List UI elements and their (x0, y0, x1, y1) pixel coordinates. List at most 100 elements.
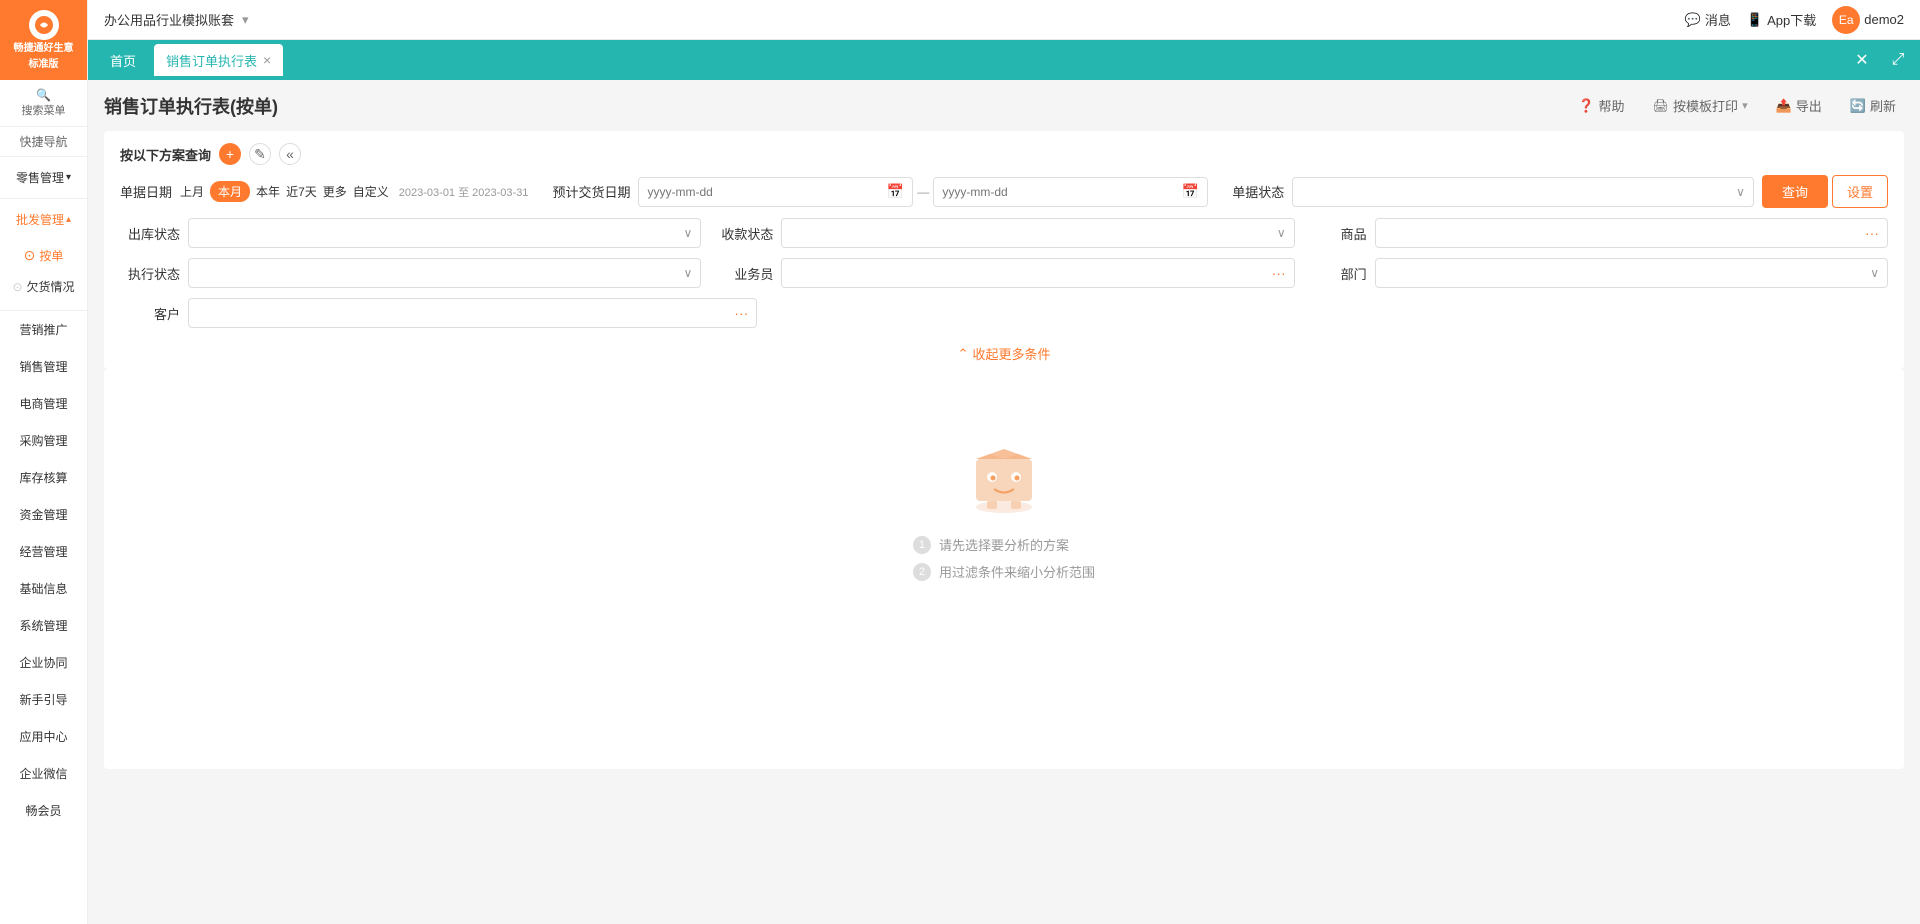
shipment-select[interactable]: ∨ (188, 218, 701, 248)
sidebar-item-sales[interactable]: 销售管理 (0, 348, 87, 385)
calendar-to-icon[interactable]: 📅 (1182, 183, 1199, 200)
help-label: 帮助 (1599, 96, 1625, 115)
enterprise-label: 企业协同 (19, 654, 67, 671)
goods-input[interactable]: ··· (1375, 218, 1888, 248)
filter-row-4: 客户 ··· (120, 298, 1888, 328)
search-label: 搜索菜单 (4, 102, 83, 118)
sidebar-item-ecommerce[interactable]: 电商管理 (0, 385, 87, 422)
quick-nav-label: 快捷导航 (19, 135, 67, 149)
sidebar-item-marketing[interactable]: 营销推广 (0, 311, 87, 348)
export-btn[interactable]: 📤 导出 (1768, 92, 1830, 119)
sidebar-section-retail: 零售管理 ▾ (0, 157, 87, 199)
sidebar-item-enterprise[interactable]: 企业协同 (0, 644, 87, 681)
date-btn-last-month[interactable]: 上月 (180, 183, 204, 200)
customer-dots-icon[interactable]: ··· (734, 305, 748, 321)
filter-add-btn[interactable]: + (219, 143, 241, 165)
sidebar-item-operations[interactable]: 经营管理 (0, 533, 87, 570)
empty-text: 1 请先选择要分析的方案 2 用过滤条件来缩小分析范围 (913, 535, 1095, 581)
date-btn-7days[interactable]: 近7天 (286, 183, 317, 200)
filter-header: 按以下方案查询 + ✎ « (120, 143, 1888, 165)
help-btn[interactable]: ❓ 帮助 (1570, 92, 1632, 119)
sidebar-item-apps[interactable]: 应用中心 (0, 718, 87, 755)
wholesale-arrow: ▴ (66, 214, 71, 225)
newbie-label: 新手引导 (19, 691, 67, 708)
tab-close-icon[interactable]: × (263, 52, 271, 68)
date-btn-this-month[interactable]: 本月 (210, 181, 250, 202)
tab-active[interactable]: 销售订单执行表 × (154, 44, 283, 76)
customer-input[interactable]: ··· (188, 298, 757, 328)
sidebar-item-wechat[interactable]: 企业微信 (0, 755, 87, 792)
collapse-label: 收起更多条件 (972, 344, 1050, 363)
sidebar-item-debt[interactable]: ⊙ 欠货情况 (0, 271, 87, 302)
export-label: 导出 (1796, 96, 1822, 115)
breadcrumb-dropdown-icon[interactable]: ▾ (242, 12, 249, 28)
date-btn-this-year[interactable]: 本年 (256, 183, 280, 200)
calendar-from-icon[interactable]: 📅 (887, 183, 904, 200)
step-1-num: 1 (913, 536, 931, 554)
department-label: 部门 (1307, 264, 1367, 283)
date-btn-more[interactable]: 更多 (323, 183, 347, 200)
collapse-bar[interactable]: ⌃ 收起更多条件 (120, 338, 1888, 369)
sidebar-item-system[interactable]: 系统管理 (0, 607, 87, 644)
sidebar-item-wholesale[interactable]: 批发管理 ▴ (0, 203, 87, 236)
window-expand-btn[interactable]: ⤢ (1884, 46, 1912, 74)
basic-label: 基础信息 (19, 580, 67, 597)
tab-home[interactable]: 首页 (96, 40, 150, 80)
ecommerce-label: 电商管理 (19, 395, 67, 412)
tab-bar-actions: ✕ ⤢ (1848, 46, 1912, 74)
shipment-label: 出库状态 (120, 224, 180, 243)
print-icon: 🖨 (1653, 98, 1670, 114)
avatar: Ea (1832, 6, 1860, 34)
expected-date-from-input[interactable] (647, 185, 882, 199)
department-select[interactable]: ∨ (1375, 258, 1888, 288)
exec-select[interactable]: ∨ (188, 258, 701, 288)
print-btn[interactable]: 🖨 按模板打印 ▾ (1645, 92, 1756, 119)
wholesale-label: 批发管理 (16, 211, 64, 228)
quick-nav[interactable]: 快捷导航 (0, 127, 87, 157)
top-bar-left: 办公用品行业模拟账套 ▾ (104, 10, 249, 29)
goods-label: 商品 (1307, 224, 1367, 243)
goods-dots-icon[interactable]: ··· (1865, 225, 1879, 241)
refresh-icon: 🔄 (1850, 98, 1866, 114)
sidebar-item-newbie[interactable]: 新手引导 (0, 681, 87, 718)
date-btn-custom[interactable]: 自定义 (353, 183, 389, 200)
sidebar-search[interactable]: 🔍 搜索菜单 (0, 80, 87, 127)
date-range-inputs: 📅 — 📅 (638, 177, 1208, 207)
step-2-text: 用过滤条件来缩小分析范围 (939, 562, 1095, 581)
salesperson-dots-icon[interactable]: ··· (1272, 265, 1286, 281)
breadcrumb-text: 办公用品行业模拟账套 (104, 10, 234, 29)
sidebar-item-inventory[interactable]: 库存核算 (0, 459, 87, 496)
wechat-label: 企业微信 (19, 765, 67, 782)
expected-date-to-input[interactable] (942, 185, 1177, 199)
avatar-text: Ea (1839, 13, 1854, 27)
user-menu[interactable]: Ea demo2 (1832, 6, 1904, 34)
page-header: 销售订单执行表(按单) ❓ 帮助 🖨 按模板打印 ▾ 📤 导出 🔄 刷新 (104, 92, 1904, 119)
salesperson-input[interactable]: ··· (781, 258, 1294, 288)
query-button[interactable]: 查询 (1762, 175, 1828, 208)
top-bar-right: 💬 消息 📱 App下载 Ea demo2 (1685, 6, 1904, 34)
refresh-btn[interactable]: 🔄 刷新 (1842, 92, 1904, 119)
sidebar-item-basic[interactable]: 基础信息 (0, 570, 87, 607)
window-close-btn[interactable]: ✕ (1848, 46, 1876, 74)
goods-group: 商品 ··· (1307, 218, 1888, 248)
status-select[interactable]: ∨ (1292, 177, 1754, 207)
empty-step-2: 2 用过滤条件来缩小分析范围 (913, 562, 1095, 581)
payment-select[interactable]: ∨ (781, 218, 1294, 248)
app-logo: 畅捷通好生意 标准版 (0, 0, 87, 80)
app-download-btn[interactable]: 📱 App下载 (1747, 10, 1816, 29)
content-area: 1 请先选择要分析的方案 2 用过滤条件来缩小分析范围 (104, 369, 1904, 769)
filter-row-1: 单据日期 上月 本月 本年 近7天 更多 自定义 2023-03-01 至 20… (120, 175, 1888, 208)
expected-date-from[interactable]: 📅 (638, 177, 913, 207)
download-label: App下载 (1767, 10, 1816, 29)
sidebar-item-finance[interactable]: 资金管理 (0, 496, 87, 533)
sidebar-item-purchase[interactable]: 采购管理 (0, 422, 87, 459)
expected-date-label: 预计交货日期 (552, 182, 630, 201)
expected-date-to[interactable]: 📅 (933, 177, 1208, 207)
setting-button[interactable]: 设置 (1832, 175, 1888, 208)
sidebar-item-retail[interactable]: 零售管理 ▾ (0, 161, 87, 194)
sidebar-item-vip[interactable]: 畅会员 (0, 792, 87, 829)
message-btn[interactable]: 💬 消息 (1685, 10, 1731, 29)
filter-edit-btn[interactable]: ✎ (249, 143, 271, 165)
sidebar-item-order[interactable]: ⊙ 按单 (0, 240, 87, 271)
filter-collapse-btn[interactable]: « (279, 143, 301, 165)
